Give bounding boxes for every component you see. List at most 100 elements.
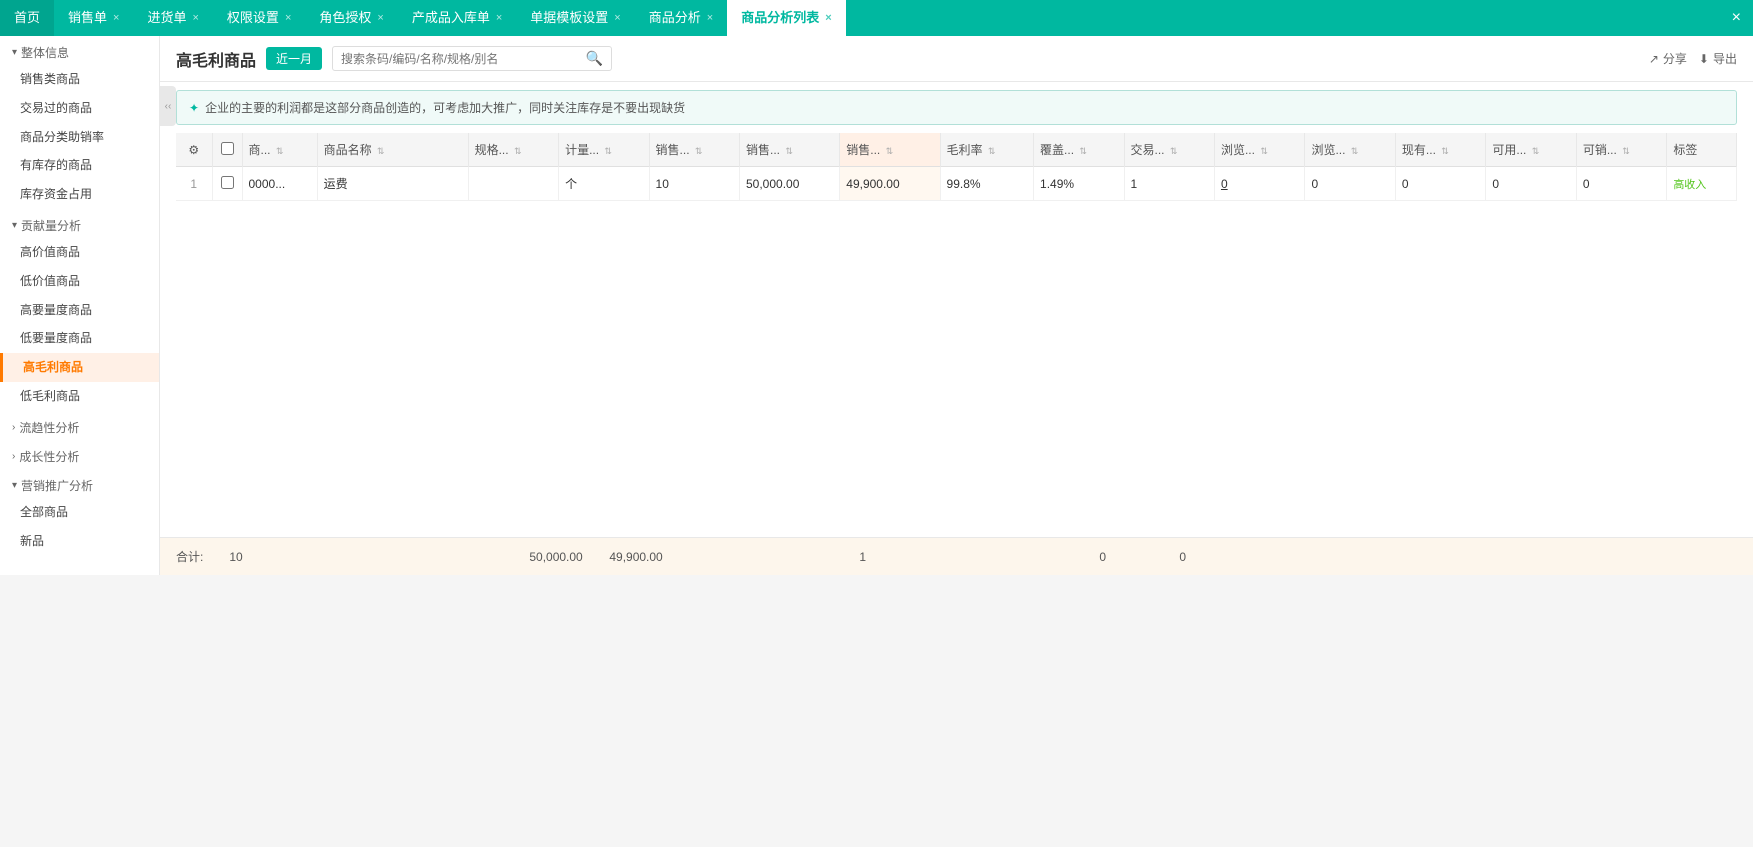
row-sales-amt: 50,000.00: [740, 167, 840, 201]
sidebar: ▾ 整体信息 销售类商品 交易过的商品 商品分类助销率 有库存的商品 库存资金占…: [0, 36, 160, 575]
col-name[interactable]: 商品名称 ⇅: [317, 133, 468, 167]
sidebar-group-growth[interactable]: › 成长性分析: [0, 440, 159, 469]
col-stock[interactable]: 现有... ⇅: [1395, 133, 1485, 167]
col-sales-amt[interactable]: 销售... ⇅: [740, 133, 840, 167]
col-unit[interactable]: 计量... ⇅: [559, 133, 649, 167]
sort-name-icon: ⇅: [377, 146, 385, 156]
sidebar-item-stock-capital[interactable]: 库存资金占用: [0, 180, 159, 209]
chevron-down-icon: ▾: [12, 47, 17, 58]
sidebar-item-low-value[interactable]: 低价值商品: [0, 267, 159, 296]
col-coverage[interactable]: 覆盖... ⇅: [1034, 133, 1124, 167]
row-number: 1: [176, 167, 212, 201]
close-permissions[interactable]: ×: [285, 0, 291, 36]
close-roles[interactable]: ×: [377, 0, 383, 36]
tip-icon: ✦: [189, 101, 199, 115]
sort-browse1-icon: ⇅: [1260, 146, 1268, 156]
close-purchase-order[interactable]: ×: [192, 0, 198, 36]
nav-sales-order[interactable]: 销售单 ×: [54, 0, 133, 36]
footer-stock: 0: [1093, 550, 1173, 564]
sidebar-item-new-goods[interactable]: 新品: [0, 527, 159, 556]
chevron-down-icon-3: ▾: [12, 480, 17, 491]
sidebar-item-high-demand[interactable]: 高要量度商品: [0, 296, 159, 325]
row-saleable: 0: [1576, 167, 1666, 201]
share-button[interactable]: ↗ 分享: [1649, 50, 1687, 67]
nav-template-settings[interactable]: 单据模板设置 ×: [516, 0, 634, 36]
col-tag[interactable]: 标签: [1667, 133, 1737, 167]
data-table: ⚙ 商... ⇅ 商品名称 ⇅: [176, 133, 1737, 201]
col-spec[interactable]: 规格... ⇅: [468, 133, 558, 167]
col-saleable[interactable]: 可销... ⇅: [1576, 133, 1666, 167]
close-product-inbound[interactable]: ×: [496, 0, 502, 36]
search-box: 🔍: [332, 46, 612, 71]
export-button[interactable]: ⬇ 导出: [1699, 50, 1737, 67]
footer-sales-qty: 10: [223, 550, 523, 564]
row-checkbox[interactable]: [212, 167, 242, 201]
sidebar-item-category-rate[interactable]: 商品分类助销率: [0, 123, 159, 152]
close-product-analysis[interactable]: ×: [707, 0, 713, 36]
table-wrapper: ⚙ 商... ⇅ 商品名称 ⇅: [160, 133, 1753, 537]
share-icon: ↗: [1649, 52, 1659, 66]
sidebar-item-high-margin[interactable]: 高毛利商品: [0, 353, 159, 382]
row-browse2: 0: [1305, 167, 1395, 201]
col-browse2[interactable]: 浏览... ⇅: [1305, 133, 1395, 167]
nav-purchase-order[interactable]: 进货单 ×: [133, 0, 212, 36]
nav-roles[interactable]: 角色授权 ×: [305, 0, 397, 36]
row-sales-qty: 10: [649, 167, 739, 201]
nav-permissions[interactable]: 权限设置 ×: [213, 0, 305, 36]
nav-product-analysis-list[interactable]: 商品分析列表 ×: [727, 0, 845, 36]
nav-home[interactable]: 首页: [0, 0, 54, 36]
sidebar-group-overall[interactable]: ▾ 整体信息: [0, 36, 159, 65]
col-sales-qty[interactable]: 销售... ⇅: [649, 133, 739, 167]
close-all-tabs[interactable]: ×: [1720, 0, 1753, 36]
select-all-checkbox[interactable]: [221, 142, 234, 155]
content-area: 高毛利商品 近一月 🔍 ↗ 分享 ⬇ 导出 ✦ 企业的主要的利润都是这部分商品创…: [160, 36, 1753, 575]
col-settings[interactable]: ⚙: [176, 133, 212, 167]
close-sales-order[interactable]: ×: [113, 0, 119, 36]
sidebar-group-marketing[interactable]: ▾ 营销推广分析: [0, 469, 159, 498]
sidebar-item-low-demand[interactable]: 低要量度商品: [0, 324, 159, 353]
sidebar-group-trend[interactable]: › 流趋性分析: [0, 411, 159, 440]
chevron-right-icon-2: ›: [12, 451, 15, 462]
row-select-checkbox[interactable]: [221, 176, 234, 189]
col-gross-margin[interactable]: 毛利率 ⇅: [940, 133, 1034, 167]
sidebar-item-high-value[interactable]: 高价值商品: [0, 238, 159, 267]
content-header: 高毛利商品 近一月 🔍 ↗ 分享 ⬇ 导出: [160, 36, 1753, 82]
sort-sales-amt-icon: ⇅: [785, 146, 793, 156]
close-template-settings[interactable]: ×: [614, 0, 620, 36]
sidebar-item-traded-goods[interactable]: 交易过的商品: [0, 94, 159, 123]
sidebar-item-sales-goods[interactable]: 销售类商品: [0, 65, 159, 94]
sort-gross-margin-icon: ⇅: [988, 146, 996, 156]
col-browse1[interactable]: 浏览... ⇅: [1214, 133, 1304, 167]
col-sales-profit[interactable]: 销售... ⇅: [840, 133, 940, 167]
sidebar-toggle[interactable]: ‹‹: [160, 86, 176, 126]
col-checkbox[interactable]: [212, 133, 242, 167]
sidebar-item-low-margin[interactable]: 低毛利商品: [0, 382, 159, 411]
footer-available: 0: [1173, 550, 1253, 564]
sort-sales-qty-icon: ⇅: [695, 146, 703, 156]
footer-bar: 合计: 10 50,000.00 49,900.00 1 0 0: [160, 537, 1753, 575]
sidebar-item-all-goods[interactable]: 全部商品: [0, 498, 159, 527]
search-icon[interactable]: 🔍: [586, 50, 603, 67]
search-input[interactable]: [341, 52, 582, 66]
page-title: 高毛利商品: [176, 47, 256, 71]
settings-icon: ⚙: [188, 143, 199, 157]
sort-code-icon: ⇅: [276, 146, 284, 156]
footer-transaction: 1: [853, 550, 933, 564]
sort-unit-icon: ⇅: [604, 146, 612, 156]
sort-coverage-icon: ⇅: [1079, 146, 1087, 156]
nav-product-inbound[interactable]: 产成品入库单 ×: [398, 0, 516, 36]
row-gross-margin: 99.8%: [940, 167, 1034, 201]
row-spec: [468, 167, 558, 201]
nav-product-analysis[interactable]: 商品分析 ×: [635, 0, 727, 36]
table-row: 1 0000... 运费 个 10 50,000.00 49,900.00 99…: [176, 167, 1737, 201]
close-product-analysis-list[interactable]: ×: [825, 0, 831, 36]
col-available[interactable]: 可用... ⇅: [1486, 133, 1576, 167]
time-filter-button[interactable]: 近一月: [266, 47, 322, 70]
sort-stock-icon: ⇅: [1441, 146, 1449, 156]
row-code: 0000...: [242, 167, 317, 201]
col-transaction[interactable]: 交易... ⇅: [1124, 133, 1214, 167]
sidebar-item-in-stock[interactable]: 有库存的商品: [0, 151, 159, 180]
row-browse1[interactable]: 0: [1214, 167, 1304, 201]
col-code[interactable]: 商... ⇅: [242, 133, 317, 167]
sidebar-group-contribution[interactable]: ▾ 贡献量分析: [0, 209, 159, 238]
